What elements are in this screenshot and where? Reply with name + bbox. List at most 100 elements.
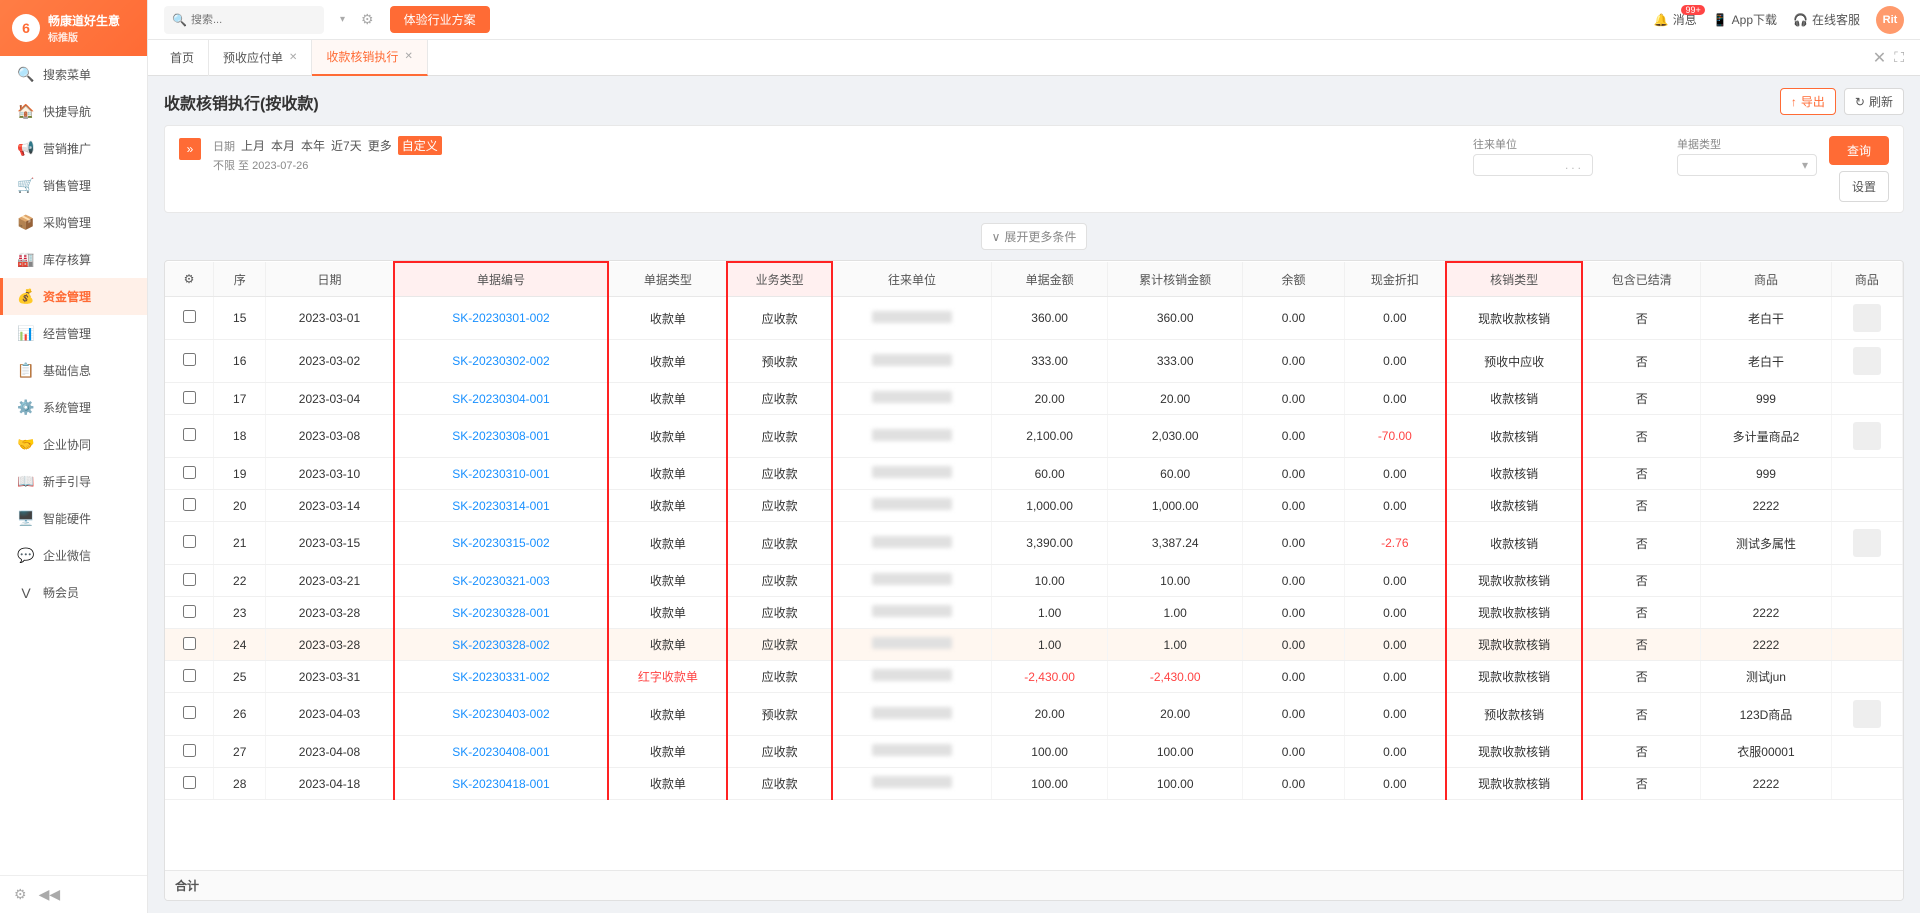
refresh-button[interactable]: ↻ 刷新	[1844, 88, 1904, 115]
sidebar-item-operations[interactable]: 📊经营管理	[0, 315, 147, 352]
cell-num: 27	[214, 736, 266, 768]
order-no-link[interactable]: SK-20230408-001	[452, 745, 549, 759]
cell-select[interactable]	[165, 297, 214, 340]
th-settings[interactable]: ⚙	[165, 262, 214, 297]
order-no-link[interactable]: SK-20230331-002	[452, 670, 549, 684]
row-checkbox[interactable]	[183, 391, 196, 404]
expand-conditions-button[interactable]: ∨ 展开更多条件	[981, 223, 1088, 250]
cell-cancel-type: 现款收款核销	[1446, 661, 1582, 693]
last-month-shortcut[interactable]: 上月	[241, 137, 265, 154]
this-month-shortcut[interactable]: 本月	[271, 137, 295, 154]
sidebar-item-member[interactable]: V畅会员	[0, 574, 147, 611]
partner-filter-input[interactable]: ...	[1473, 154, 1593, 176]
filter-expand-button[interactable]: »	[179, 138, 201, 160]
row-checkbox[interactable]	[183, 573, 196, 586]
order-no-link[interactable]: SK-20230302-002	[452, 354, 549, 368]
row-checkbox[interactable]	[183, 428, 196, 441]
topbar-gear-icon[interactable]: ⚙	[361, 11, 374, 28]
row-checkbox[interactable]	[183, 535, 196, 548]
order-no-link[interactable]: SK-20230321-003	[452, 574, 549, 588]
order-no-link[interactable]: SK-20230310-001	[452, 467, 549, 481]
export-button[interactable]: ↑ 导出	[1780, 88, 1836, 115]
cell-select[interactable]	[165, 458, 214, 490]
close-tab-icon[interactable]: ✕	[1873, 48, 1886, 68]
sidebar-item-marketing[interactable]: 📢营销推广	[0, 130, 147, 167]
cell-biz-type: 应收款	[727, 661, 832, 693]
row-checkbox[interactable]	[183, 669, 196, 682]
cell-num: 16	[214, 340, 266, 383]
sidebar-item-coop[interactable]: 🤝企业协同	[0, 426, 147, 463]
tab-close-button[interactable]: ✕	[289, 52, 297, 63]
cell-select[interactable]	[165, 490, 214, 522]
cell-select[interactable]	[165, 383, 214, 415]
order-no-link[interactable]: SK-20230308-001	[452, 429, 549, 443]
cell-select[interactable]	[165, 629, 214, 661]
tab-collection[interactable]: 收款核销执行✕	[312, 40, 427, 76]
data-table: ⚙ 序 日期 单据编号 单据类型 业务类型 往来单位 单据金额 累计核销金额 余…	[165, 261, 1903, 800]
cell-cancel-type: 现款收款核销	[1446, 597, 1582, 629]
column-settings-icon[interactable]: ⚙	[184, 272, 195, 286]
row-checkbox[interactable]	[183, 498, 196, 511]
cell-select[interactable]	[165, 693, 214, 736]
order-no-link[interactable]: SK-20230403-002	[452, 707, 549, 721]
row-checkbox[interactable]	[183, 637, 196, 650]
cell-num: 19	[214, 458, 266, 490]
sidebar-item-finance[interactable]: 💰资金管理	[0, 278, 147, 315]
cell-select[interactable]	[165, 340, 214, 383]
query-button[interactable]: 查询	[1829, 136, 1889, 165]
cell-order-no: SK-20230315-002	[394, 522, 609, 565]
more-shortcut[interactable]: 更多	[368, 137, 392, 154]
order-no-link[interactable]: SK-20230418-001	[452, 777, 549, 791]
row-checkbox[interactable]	[183, 744, 196, 757]
cell-select[interactable]	[165, 597, 214, 629]
cell-select[interactable]	[165, 415, 214, 458]
order-no-link[interactable]: SK-20230328-001	[452, 606, 549, 620]
tab-close-button[interactable]: ✕	[404, 51, 412, 62]
row-checkbox[interactable]	[183, 776, 196, 789]
expand-tab-icon[interactable]: ⛶	[1894, 49, 1904, 66]
order-no-link[interactable]: SK-20230304-001	[452, 392, 549, 406]
online-service-button[interactable]: 🎧 在线客服	[1793, 11, 1860, 28]
this-year-shortcut[interactable]: 本年	[301, 137, 325, 154]
order-type-filter-select[interactable]: ▾	[1677, 154, 1817, 176]
order-no-link[interactable]: SK-20230314-001	[452, 499, 549, 513]
cell-select[interactable]	[165, 768, 214, 800]
custom-shortcut[interactable]: 自定义	[398, 136, 442, 155]
sidebar-item-wechat[interactable]: 💬企业微信	[0, 537, 147, 574]
last-7-days-shortcut[interactable]: 近7天	[331, 137, 362, 154]
order-no-link[interactable]: SK-20230328-002	[452, 638, 549, 652]
order-no-link[interactable]: SK-20230301-002	[452, 311, 549, 325]
messages-button[interactable]: 🔔 消息 99+	[1654, 11, 1697, 28]
tab-home[interactable]: 首页	[156, 40, 209, 76]
cell-select[interactable]	[165, 736, 214, 768]
row-checkbox[interactable]	[183, 706, 196, 719]
industry-solution-button[interactable]: 体验行业方案	[390, 6, 490, 33]
sidebar-item-basics[interactable]: 📋基础信息	[0, 352, 147, 389]
table-container[interactable]: ⚙ 序 日期 单据编号 单据类型 业务类型 往来单位 单据金额 累计核销金额 余…	[165, 261, 1903, 870]
avatar[interactable]: Rit	[1876, 6, 1904, 34]
filter-settings-button[interactable]: 设置	[1839, 171, 1889, 202]
collapse-icon[interactable]: ◀◀	[39, 886, 61, 903]
sidebar-item-guide[interactable]: 📖新手引导	[0, 463, 147, 500]
row-checkbox[interactable]	[183, 466, 196, 479]
sidebar-item-system[interactable]: ⚙️系统管理	[0, 389, 147, 426]
order-no-link[interactable]: SK-20230315-002	[452, 536, 549, 550]
row-checkbox[interactable]	[183, 605, 196, 618]
cell-select[interactable]	[165, 661, 214, 693]
sidebar-item-inventory[interactable]: 🏭库存核算	[0, 241, 147, 278]
sidebar-item-search[interactable]: 🔍搜索菜单	[0, 56, 147, 93]
sidebar-item-nav[interactable]: 🏠快捷导航	[0, 93, 147, 130]
cell-num: 28	[214, 768, 266, 800]
row-checkbox[interactable]	[183, 310, 196, 323]
sidebar-item-sales[interactable]: 🛒销售管理	[0, 167, 147, 204]
tab-prepay[interactable]: 预收应付单✕	[209, 40, 312, 76]
cell-select[interactable]	[165, 522, 214, 565]
app-download-button[interactable]: 📱 App下载	[1713, 11, 1777, 28]
cell-date: 2023-03-15	[266, 522, 394, 565]
settings-icon[interactable]: ⚙	[14, 886, 27, 903]
row-checkbox[interactable]	[183, 353, 196, 366]
sidebar-item-hardware[interactable]: 🖥️智能硬件	[0, 500, 147, 537]
cell-select[interactable]	[165, 565, 214, 597]
sidebar-item-purchase[interactable]: 📦采购管理	[0, 204, 147, 241]
topbar-search-input[interactable]	[191, 14, 316, 26]
